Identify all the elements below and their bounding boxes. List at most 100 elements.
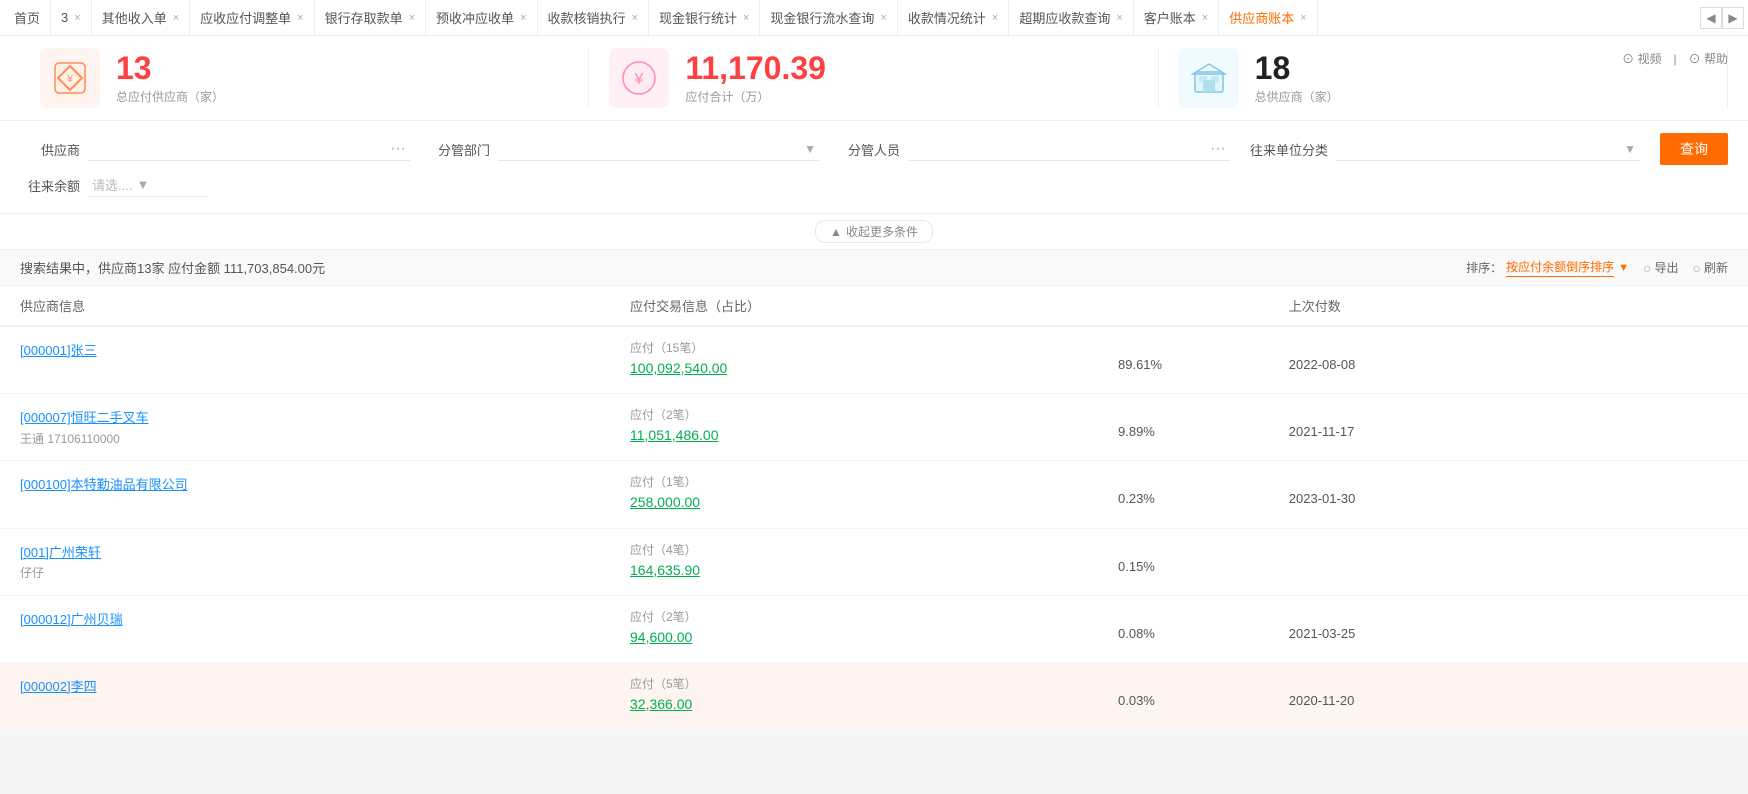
nav-tab-ap-adjust[interactable]: 应收应付调整单 ×: [190, 0, 314, 35]
last-pay-cell: 2021-03-25: [1289, 608, 1655, 641]
supplier-info-cell: [001]广州荣轩 仔仔: [20, 541, 630, 581]
refresh-button[interactable]: ○ 刷新: [1693, 259, 1728, 276]
close-tab-collection[interactable]: ×: [632, 12, 638, 24]
nav-tab-3[interactable]: 3 ×: [51, 0, 92, 35]
nav-scroll-right[interactable]: ▶: [1722, 7, 1744, 29]
nav-tab-bank-deposit[interactable]: 银行存取款单 ×: [315, 0, 426, 35]
supplier-link[interactable]: [000002]李四: [20, 679, 97, 694]
header-last-payment: 上次付数: [1289, 296, 1655, 315]
close-tab-cash-bank-flow[interactable]: ×: [880, 12, 886, 24]
supplier-link[interactable]: [000001]张三: [20, 343, 97, 358]
collapse-row: ▲ 收起更多条件: [0, 214, 1748, 250]
filter-department-item: 分管部门 ▼: [430, 138, 820, 161]
close-tab-3[interactable]: ×: [74, 12, 80, 24]
video-link[interactable]: ⊙ 视频: [1622, 50, 1661, 67]
nav-tab-collection-stat[interactable]: 收款情况统计 ×: [898, 0, 1009, 35]
close-tab-supplier-account[interactable]: ×: [1300, 12, 1306, 24]
unit-category-arrow-icon: ▼: [1624, 142, 1636, 156]
supplier-info-cell: [000100]本特勤油品有限公司: [20, 473, 630, 496]
person-dots-btn[interactable]: ···: [1210, 140, 1226, 158]
balance-select[interactable]: 请选.... ▼: [88, 173, 208, 197]
person-input[interactable]: [908, 137, 1230, 161]
stat-total-suppliers-content: 18 总供应商（家）: [1255, 52, 1339, 105]
percentage-value: 89.61%: [1118, 339, 1289, 372]
department-filter-label: 分管部门: [430, 140, 490, 159]
collapse-button[interactable]: ▲ 收起更多条件: [815, 220, 933, 243]
person-input-wrap: ···: [908, 137, 1230, 161]
help-link[interactable]: ⊙ 帮助: [1689, 50, 1728, 67]
collapse-chevron-icon: ▲: [830, 225, 842, 239]
transaction-cell: 应付（15笔） 100,092,540.00: [630, 339, 1118, 381]
nav-tab-cash-bank-flow[interactable]: 现金银行流水查询 ×: [760, 0, 897, 35]
sort-dropdown[interactable]: 按应付余额倒序排序: [1506, 258, 1614, 277]
supplier-sub-info: 王通 17106110000: [20, 430, 630, 447]
close-tab-prepay[interactable]: ×: [520, 12, 526, 24]
summary-bar: 搜索结果中，供应商13家 应付金额 111,703,854.00元 排序： 按应…: [0, 250, 1748, 286]
table-row: [000001]张三 应付（15笔） 100,092,540.00 89.61%…: [0, 327, 1748, 394]
percentage-value: 0.03%: [1118, 675, 1289, 708]
transaction-amount[interactable]: 100,092,540.00: [630, 360, 727, 376]
transaction-label: 应付（2笔）: [630, 406, 1118, 423]
nav-tab-prepay[interactable]: 预收冲应收单 ×: [426, 0, 537, 35]
export-button[interactable]: ○ 导出: [1643, 259, 1678, 276]
stat-ap-suppliers: ¥ 13 总应付供应商（家）: [20, 48, 589, 108]
department-dropdown[interactable]: ▼: [498, 138, 820, 161]
header-percentage: [1118, 296, 1289, 315]
transaction-amount[interactable]: 258,000.00: [630, 494, 700, 510]
collapse-label: 收起更多条件: [846, 223, 918, 240]
unit-category-dropdown[interactable]: ▼: [1336, 138, 1640, 161]
last-pay-date: [1289, 541, 1655, 559]
close-tab-other-income[interactable]: ×: [173, 12, 179, 24]
nav-scroll-arrows: ◀ ▶: [1700, 7, 1744, 29]
nav-tab-home[interactable]: 首页: [4, 0, 51, 35]
close-tab-customer-account[interactable]: ×: [1202, 12, 1208, 24]
transaction-cell: 应付（2笔） 94,600.00: [630, 608, 1118, 650]
transaction-label: 应付（15笔）: [630, 339, 1118, 356]
filter-area: 供应商 ··· 分管部门 ▼ 分管人员 ···: [0, 121, 1748, 214]
nav-tab-other-income[interactable]: 其他收入单 ×: [92, 0, 190, 35]
export-label: 导出: [1655, 259, 1679, 276]
nav-tab-customer-account[interactable]: 客户账本 ×: [1134, 0, 1219, 35]
total-suppliers-number: 18: [1255, 52, 1339, 84]
close-tab-overdue[interactable]: ×: [1116, 12, 1122, 24]
total-suppliers-label: 总供应商（家）: [1255, 88, 1339, 105]
ap-amount-label: 应付合计（万）: [685, 88, 826, 105]
last-pay-date: 2023-01-30: [1289, 473, 1655, 506]
sort-label: 排序：: [1466, 259, 1502, 276]
filter-row-2: 往来余额 请选.... ▼: [20, 173, 1728, 197]
percentage-value: 9.89%: [1118, 406, 1289, 439]
nav-tab-overdue[interactable]: 超期应收款查询 ×: [1009, 0, 1133, 35]
close-tab-collection-stat[interactable]: ×: [992, 12, 998, 24]
refresh-label: 刷新: [1704, 259, 1728, 276]
ap-amount-number: 11,170.39: [685, 52, 826, 84]
nav-tab-collection[interactable]: 收款核销执行 ×: [538, 0, 649, 35]
percentage-value: 0.08%: [1118, 608, 1289, 641]
close-tab-ap-adjust[interactable]: ×: [297, 12, 303, 24]
supplier-link[interactable]: [000012]广州贝瑞: [20, 612, 123, 627]
supplier-link[interactable]: [001]广州荣轩: [20, 545, 101, 560]
transaction-amount[interactable]: 11,051,486.00: [630, 427, 719, 443]
transaction-amount[interactable]: 32,366.00: [630, 696, 692, 712]
stat-ap-suppliers-content: 13 总应付供应商（家）: [116, 52, 224, 105]
close-tab-cash-bank-stat[interactable]: ×: [743, 12, 749, 24]
nav-tab-cash-bank-stat[interactable]: 现金银行统计 ×: [649, 0, 760, 35]
help-links: ⊙ 视频 | ⊙ 帮助: [1622, 50, 1728, 67]
close-tab-bank-deposit[interactable]: ×: [409, 12, 415, 24]
transaction-amount[interactable]: 164,635.90: [630, 562, 700, 578]
percentage-value: 0.23%: [1118, 473, 1289, 506]
transaction-cell: 应付（4笔） 164,635.90: [630, 541, 1118, 583]
supplier-link[interactable]: [000007]恒旺二手叉车: [20, 410, 149, 425]
header-supplier-info: 供应商信息: [20, 296, 630, 315]
percentage-value: 0.15%: [1118, 541, 1289, 574]
supplier-link[interactable]: [000100]本特勤油品有限公司: [20, 477, 188, 492]
sort-arrow-icon: ▼: [1618, 262, 1629, 274]
supplier-info-cell: [000012]广州贝瑞: [20, 608, 630, 631]
supplier-dots-btn[interactable]: ···: [390, 140, 406, 158]
query-button[interactable]: 查询: [1660, 133, 1728, 165]
nav-scroll-left[interactable]: ◀: [1700, 7, 1722, 29]
transaction-amount[interactable]: 94,600.00: [630, 629, 692, 645]
nav-tab-supplier-account[interactable]: 供应商账本 ×: [1219, 0, 1317, 35]
transaction-cell: 应付（5笔） 32,366.00: [630, 675, 1118, 717]
supplier-input[interactable]: [88, 137, 410, 161]
transaction-label: 应付（4笔）: [630, 541, 1118, 558]
